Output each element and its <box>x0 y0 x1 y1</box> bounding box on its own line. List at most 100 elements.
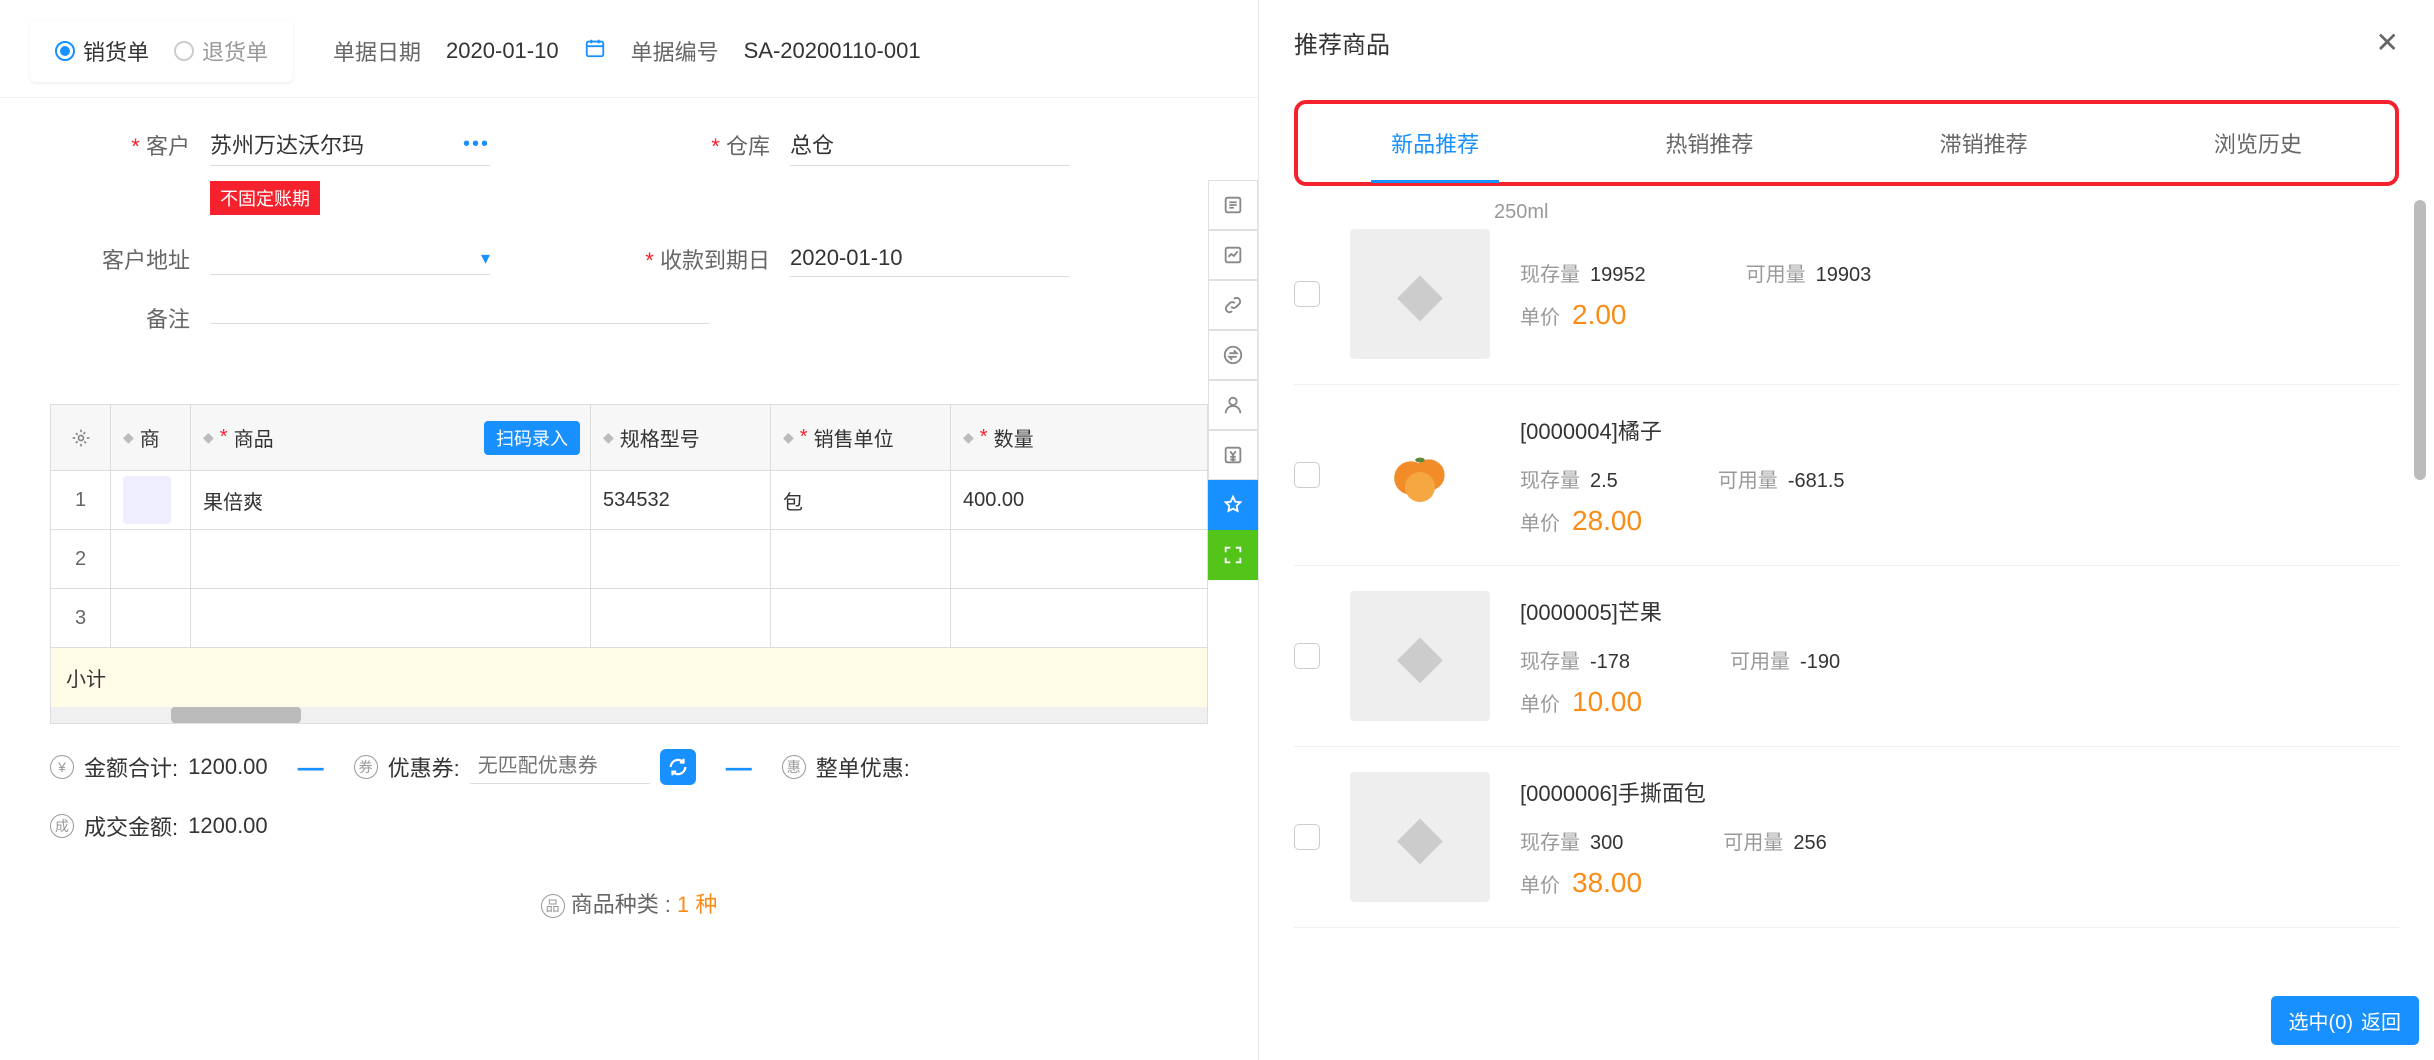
scan-input-button[interactable]: 扫码录入 <box>484 421 580 455</box>
warehouse-value: 总仓 <box>790 128 834 160</box>
sort-icon: ◆ <box>603 429 614 446</box>
table-row[interactable]: 2 <box>51 530 1207 589</box>
qty-cell[interactable] <box>951 530 1071 588</box>
doc-meta: 单据日期 2020-01-10 单据编号 SA-20200110-001 <box>333 35 921 67</box>
tab-new[interactable]: 新品推荐 <box>1361 109 1509 177</box>
price-value: 28.00 <box>1572 505 1642 536</box>
stock-value: 2.5 <box>1590 470 1618 492</box>
close-button[interactable]: ✕ <box>2376 26 2399 59</box>
remark-field[interactable] <box>210 313 710 324</box>
subtotal-label: 小计 <box>66 663 106 692</box>
total-amount: ¥ 金额合计: 1200.00 <box>50 751 268 783</box>
coupon-icon: 券 <box>354 755 378 779</box>
recommend-item[interactable]: ◆ [0000005]芒果 现存量-178 可用量-190 单价10.00 <box>1294 566 2399 747</box>
panel-title: 推荐商品 <box>1294 25 1390 60</box>
address-field[interactable]: ▾ <box>210 243 490 275</box>
item-checkbox[interactable] <box>1294 824 1320 850</box>
swap-tool-button[interactable] <box>1208 330 1258 380</box>
due-date-field[interactable]: 2020-01-10 <box>790 240 1070 277</box>
item-info: 现存量19952 可用量19903 单价2.00 <box>1520 258 2399 331</box>
product-column[interactable]: ◆*商品 扫码录入 <box>191 405 591 470</box>
list-tool-button[interactable] <box>1208 180 1258 230</box>
price-value: 38.00 <box>1572 867 1642 898</box>
recommend-item[interactable]: ◆ 现存量19952 可用量19903 单价2.00 <box>1294 204 2399 385</box>
recommend-tabs: 新品推荐 热销推荐 滞销推荐 浏览历史 <box>1298 109 2395 177</box>
selected-count: 选中(0) <box>2289 1006 2353 1035</box>
account-period-badge: 不固定账期 <box>210 181 320 215</box>
spec-cell[interactable] <box>591 530 771 588</box>
product-name-cell[interactable] <box>191 589 591 647</box>
item-checkbox[interactable] <box>1294 643 1320 669</box>
qty-cell[interactable] <box>951 589 1071 647</box>
spec-cell[interactable]: 534532 <box>591 471 771 529</box>
deal-icon: 成 <box>50 814 74 838</box>
coupon-input[interactable] <box>470 750 650 784</box>
unit-cell[interactable]: 包 <box>771 471 951 529</box>
minus-icon: — <box>726 752 752 783</box>
chevron-down-icon[interactable]: ▾ <box>481 248 490 269</box>
avail-label: 可用量 <box>1718 470 1778 492</box>
product-image: ◆ <box>1350 229 1490 359</box>
scroll-thumb[interactable] <box>171 707 301 723</box>
swap-icon <box>1222 344 1244 366</box>
refresh-button[interactable] <box>660 749 696 785</box>
sort-icon: ◆ <box>203 429 214 446</box>
amount-value: 1200.00 <box>188 754 268 780</box>
orange-image <box>1390 445 1450 505</box>
sort-icon: ◆ <box>783 429 794 446</box>
favorite-tool-button[interactable] <box>1208 480 1258 530</box>
unit-cell[interactable] <box>771 530 951 588</box>
qty-cell[interactable]: 400.00 <box>951 471 1071 529</box>
remark-label: 备注 <box>50 302 190 334</box>
chart-tool-button[interactable] <box>1208 230 1258 280</box>
warehouse-field[interactable]: 总仓 <box>790 123 1070 166</box>
warehouse-label: 仓库 <box>630 129 770 161</box>
tab-hot[interactable]: 热销推荐 <box>1635 109 1783 177</box>
spec-cell[interactable] <box>591 589 771 647</box>
price-label: 单价 <box>1520 513 1560 535</box>
horizontal-scrollbar[interactable] <box>51 707 1207 723</box>
table-row[interactable]: 1 果倍爽 534532 包 400.00 <box>51 471 1207 530</box>
deal-label: 成交金额: <box>84 810 178 842</box>
doc-date-label: 单据日期 <box>333 35 421 67</box>
discount-section: 惠 整单优惠: <box>782 751 910 783</box>
customer-field[interactable]: 苏州万达沃尔玛 ••• <box>210 123 490 166</box>
product-name-cell[interactable] <box>191 530 591 588</box>
recommend-item[interactable]: [0000004]橘子 现存量2.5 可用量-681.5 单价28.00 <box>1294 385 2399 566</box>
qty-column[interactable]: ◆*数量 <box>951 405 1071 470</box>
user-tool-button[interactable] <box>1208 380 1258 430</box>
spec-column[interactable]: ◆规格型号 <box>591 405 771 470</box>
item-name: [0000005]芒果 <box>1520 595 2399 627</box>
customer-value: 苏州万达沃尔玛 <box>210 128 364 160</box>
table-header: ◆商 ◆*商品 扫码录入 ◆规格型号 ◆*销售单位 ◆*数量 <box>51 405 1207 471</box>
price-label: 单价 <box>1520 694 1560 716</box>
unit-cell[interactable] <box>771 589 951 647</box>
link-tool-button[interactable] <box>1208 280 1258 330</box>
stock-value: 300 <box>1590 832 1623 854</box>
sort-icon: ◆ <box>123 429 134 446</box>
currency-tool-button[interactable] <box>1208 430 1258 480</box>
calendar-icon[interactable] <box>584 37 606 65</box>
ellipsis-icon[interactable]: ••• <box>463 133 490 156</box>
vertical-scrollbar[interactable] <box>2414 200 2426 480</box>
table-row[interactable]: 3 <box>51 589 1207 648</box>
unit-column[interactable]: ◆*销售单位 <box>771 405 951 470</box>
row-index: 1 <box>51 471 111 529</box>
gear-icon <box>71 428 91 448</box>
doc-date-value[interactable]: 2020-01-10 <box>446 38 559 64</box>
radio-return-order[interactable]: 退货单 <box>174 35 268 67</box>
product-image: ◆ <box>1350 591 1490 721</box>
recommend-item[interactable]: ◆ [0000006]手撕面包 现存量300 可用量256 单价38.00 <box>1294 747 2399 928</box>
expand-tool-button[interactable] <box>1208 530 1258 580</box>
item-checkbox[interactable] <box>1294 462 1320 488</box>
tab-history[interactable]: 浏览历史 <box>2184 109 2332 177</box>
tab-slow[interactable]: 滞销推荐 <box>1910 109 2058 177</box>
image-column[interactable]: ◆商 <box>111 405 191 470</box>
price-value: 10.00 <box>1572 686 1642 717</box>
recommend-list[interactable]: 250ml ◆ 现存量19952 可用量19903 单价2.00 <box>1259 201 2434 1060</box>
selected-return-button[interactable]: 选中(0) 返回 <box>2271 996 2419 1045</box>
item-checkbox[interactable] <box>1294 281 1320 307</box>
product-name-cell[interactable]: 果倍爽 <box>191 471 591 529</box>
settings-column[interactable] <box>51 405 111 470</box>
radio-sales-order[interactable]: 销货单 <box>55 35 149 67</box>
